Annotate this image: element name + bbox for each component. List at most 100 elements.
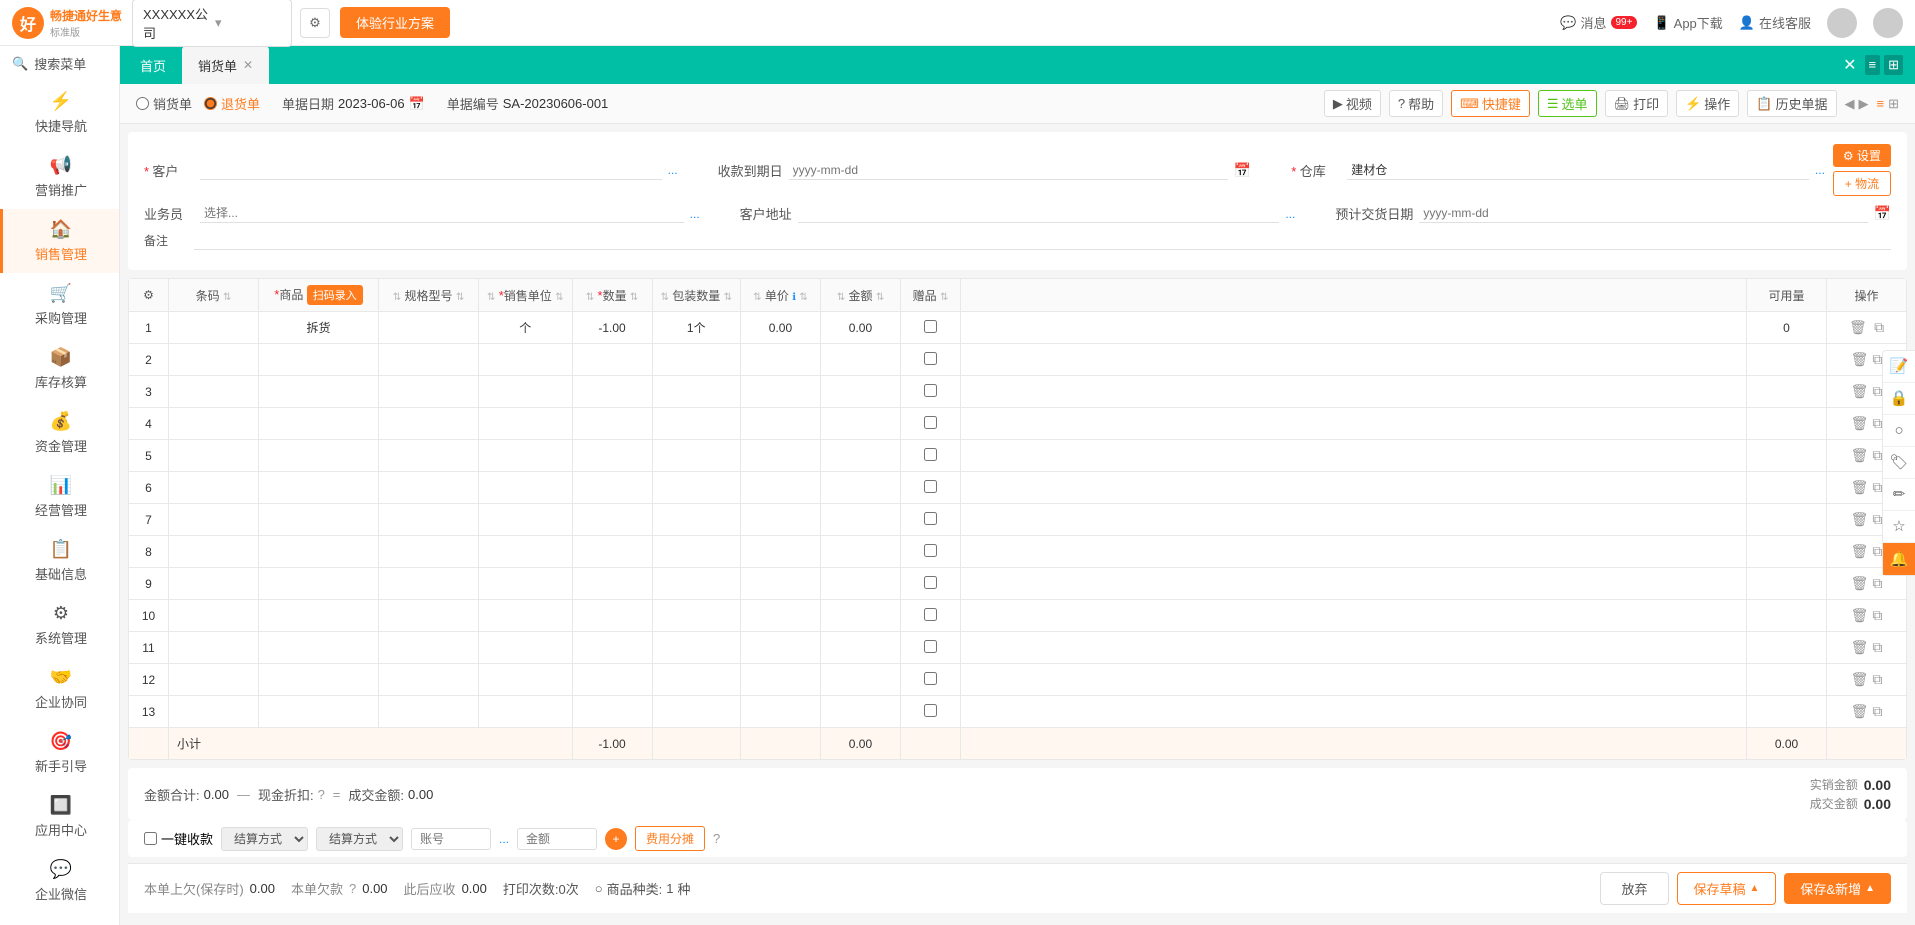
delete-icon-10[interactable]: 🗑 bbox=[1851, 607, 1869, 623]
message-btn[interactable]: 💬 消息 99+ bbox=[1560, 13, 1637, 32]
expense-split-btn[interactable]: 费用分摊 bbox=[635, 826, 705, 851]
toolbar-history-btn[interactable]: 📋 历史单据 bbox=[1747, 90, 1836, 117]
customer-addr-input[interactable] bbox=[798, 204, 1280, 223]
warehouse-input[interactable] bbox=[1347, 161, 1809, 180]
app-download-btn[interactable]: 📱 App下载 bbox=[1653, 13, 1722, 32]
delete-icon-5[interactable]: 🗑 bbox=[1851, 447, 1869, 463]
float-note-btn[interactable]: 📝 bbox=[1883, 351, 1915, 383]
copy-icon-2[interactable]: ⧉ bbox=[1872, 351, 1882, 367]
customer-input[interactable] bbox=[200, 161, 662, 180]
tab-close-icon[interactable]: ✕ bbox=[243, 58, 253, 72]
copy-icon-10[interactable]: ⧉ bbox=[1872, 607, 1882, 623]
sidebar-item-inventory[interactable]: 📦 库存核算 bbox=[0, 337, 119, 401]
company-selector[interactable]: XXXXXX公司 ▾ bbox=[132, 0, 292, 47]
salesperson-picker-icon[interactable]: ... bbox=[690, 207, 700, 221]
copy-icon-3[interactable]: ⧉ bbox=[1872, 383, 1882, 399]
grid-view-icon[interactable]: ⊞ bbox=[1888, 96, 1899, 112]
toolbar-select-btn[interactable]: ☰ 选单 bbox=[1538, 90, 1597, 117]
float-circle-btn[interactable]: ○ bbox=[1883, 415, 1915, 447]
delete-icon-13[interactable]: 🗑 bbox=[1851, 703, 1869, 719]
sidebar-item-sales[interactable]: 🏠 销售管理 bbox=[0, 209, 119, 273]
warehouse-picker-icon[interactable]: ... bbox=[1815, 163, 1825, 177]
gift-checkbox-3[interactable] bbox=[924, 384, 937, 397]
gift-checkbox-2[interactable] bbox=[924, 352, 937, 365]
payment-calc-select[interactable]: 结算方式 bbox=[316, 827, 403, 851]
copy-icon-4[interactable]: ⧉ bbox=[1872, 415, 1882, 431]
next-icon[interactable]: ▶ bbox=[1859, 96, 1869, 112]
float-edit-btn[interactable]: ✏ bbox=[1883, 479, 1915, 511]
float-tag-btn[interactable]: 🏷 bbox=[1883, 447, 1915, 479]
sidebar-item-system[interactable]: ⚙ 系统管理 bbox=[0, 593, 119, 657]
settings-icon[interactable]: ⚙ bbox=[300, 8, 330, 38]
toolbar-action-btn[interactable]: ⚡ 操作 bbox=[1676, 90, 1739, 117]
toolbar-print-btn[interactable]: 🖨 打印 bbox=[1605, 90, 1669, 117]
view-grid-icon[interactable]: ⊞ bbox=[1884, 55, 1903, 75]
float-alert-btn[interactable]: 🔔 bbox=[1883, 543, 1915, 575]
gift-checkbox-4[interactable] bbox=[924, 416, 937, 429]
avatar-2[interactable] bbox=[1873, 8, 1903, 38]
sidebar-item-basic[interactable]: 📋 基础信息 bbox=[0, 529, 119, 593]
sidebar-item-newbie[interactable]: 🎯 新手引导 bbox=[0, 721, 119, 785]
tab-close-all-icon[interactable]: ✕ bbox=[1843, 57, 1856, 74]
float-star-btn[interactable]: ☆ bbox=[1883, 511, 1915, 543]
copy-icon-13[interactable]: ⧉ bbox=[1872, 703, 1882, 719]
avatar[interactable] bbox=[1827, 8, 1857, 38]
payment-method-select[interactable]: 结算方式 bbox=[221, 827, 308, 851]
customer-picker-icon[interactable]: ... bbox=[668, 163, 678, 177]
abandon-button[interactable]: 放弃 bbox=[1600, 872, 1668, 905]
toolbar-shortcut-btn[interactable]: ⌨ 快捷键 bbox=[1451, 90, 1530, 117]
one-click-pay-checkbox[interactable] bbox=[144, 832, 157, 845]
add-payment-btn[interactable]: + bbox=[605, 828, 627, 850]
view-list-icon[interactable]: ≡ bbox=[1865, 55, 1881, 75]
gift-checkbox-10[interactable] bbox=[924, 608, 937, 621]
col-settings[interactable]: ⚙ bbox=[129, 279, 169, 312]
delete-icon-1[interactable]: 🗑 bbox=[1849, 319, 1867, 335]
copy-icon-11[interactable]: ⧉ bbox=[1872, 639, 1882, 655]
gift-checkbox-11[interactable] bbox=[924, 640, 937, 653]
tab-sales-order[interactable]: 销货单 ✕ bbox=[182, 46, 269, 84]
sidebar-item-marketing[interactable]: 📢 营销推广 bbox=[0, 145, 119, 209]
addr-picker-icon[interactable]: ... bbox=[1285, 207, 1295, 221]
toolbar-video-btn[interactable]: ▶ 视频 bbox=[1324, 90, 1381, 117]
gift-checkbox-7[interactable] bbox=[924, 512, 937, 525]
sidebar-item-vip[interactable]: V 畅会员 bbox=[0, 913, 119, 925]
sidebar-item-operations[interactable]: 📊 经营管理 bbox=[0, 465, 119, 529]
settings-button[interactable]: ⚙ 设置 bbox=[1833, 144, 1891, 167]
product-type-info[interactable]: ○ 商品种类: 1 种 bbox=[595, 879, 691, 898]
delete-icon-3[interactable]: 🗑 bbox=[1851, 383, 1869, 399]
sidebar-item-purchase[interactable]: 🛒 采购管理 bbox=[0, 273, 119, 337]
copy-icon-6[interactable]: ⧉ bbox=[1872, 479, 1882, 495]
expected-date-calendar-icon[interactable]: 📅 bbox=[1874, 205, 1891, 222]
copy-icon-12[interactable]: ⧉ bbox=[1872, 671, 1882, 687]
delete-icon-6[interactable]: 🗑 bbox=[1851, 479, 1869, 495]
save-new-button[interactable]: 保存&新增 ▲ bbox=[1784, 873, 1891, 904]
account-picker-icon[interactable]: ... bbox=[499, 832, 509, 846]
gift-checkbox-5[interactable] bbox=[924, 448, 937, 461]
trial-button[interactable]: 体验行业方案 bbox=[340, 7, 450, 38]
sidebar-item-quick-nav[interactable]: ⚡ 快捷导航 bbox=[0, 81, 119, 145]
table-view-icon[interactable]: ≡ bbox=[1877, 96, 1885, 112]
scan-button[interactable]: 扫码录入 bbox=[307, 285, 363, 305]
copy-icon-8[interactable]: ⧉ bbox=[1872, 543, 1882, 559]
copy-icon-5[interactable]: ⧉ bbox=[1872, 447, 1882, 463]
sidebar-item-enterprise[interactable]: 🤝 企业协同 bbox=[0, 657, 119, 721]
radio-sales[interactable]: 销货单 bbox=[136, 94, 192, 113]
sidebar-item-finance[interactable]: 💰 资金管理 bbox=[0, 401, 119, 465]
delete-icon-9[interactable]: 🗑 bbox=[1851, 575, 1869, 591]
copy-icon-7[interactable]: ⧉ bbox=[1872, 511, 1882, 527]
receive-date-calendar-icon[interactable]: 📅 bbox=[1234, 162, 1251, 179]
delete-icon-12[interactable]: 🗑 bbox=[1851, 671, 1869, 687]
gift-checkbox-12[interactable] bbox=[924, 672, 937, 685]
gift-checkbox-8[interactable] bbox=[924, 544, 937, 557]
calendar-icon[interactable]: 📅 bbox=[409, 96, 425, 112]
delete-icon-2[interactable]: 🗑 bbox=[1851, 351, 1869, 367]
remarks-input[interactable] bbox=[194, 231, 1891, 250]
expense-help-icon[interactable]: ? bbox=[713, 831, 720, 846]
expected-date-input[interactable] bbox=[1419, 204, 1867, 223]
tab-home[interactable]: 首页 bbox=[124, 46, 182, 84]
gift-checkbox-9[interactable] bbox=[924, 576, 937, 589]
online-service-btn[interactable]: 👤 在线客服 bbox=[1739, 13, 1811, 32]
search-menu-btn[interactable]: 🔍 搜索菜单 bbox=[0, 46, 119, 81]
receive-date-input[interactable] bbox=[789, 161, 1228, 180]
arrears-help-icon[interactable]: ? bbox=[349, 881, 356, 896]
